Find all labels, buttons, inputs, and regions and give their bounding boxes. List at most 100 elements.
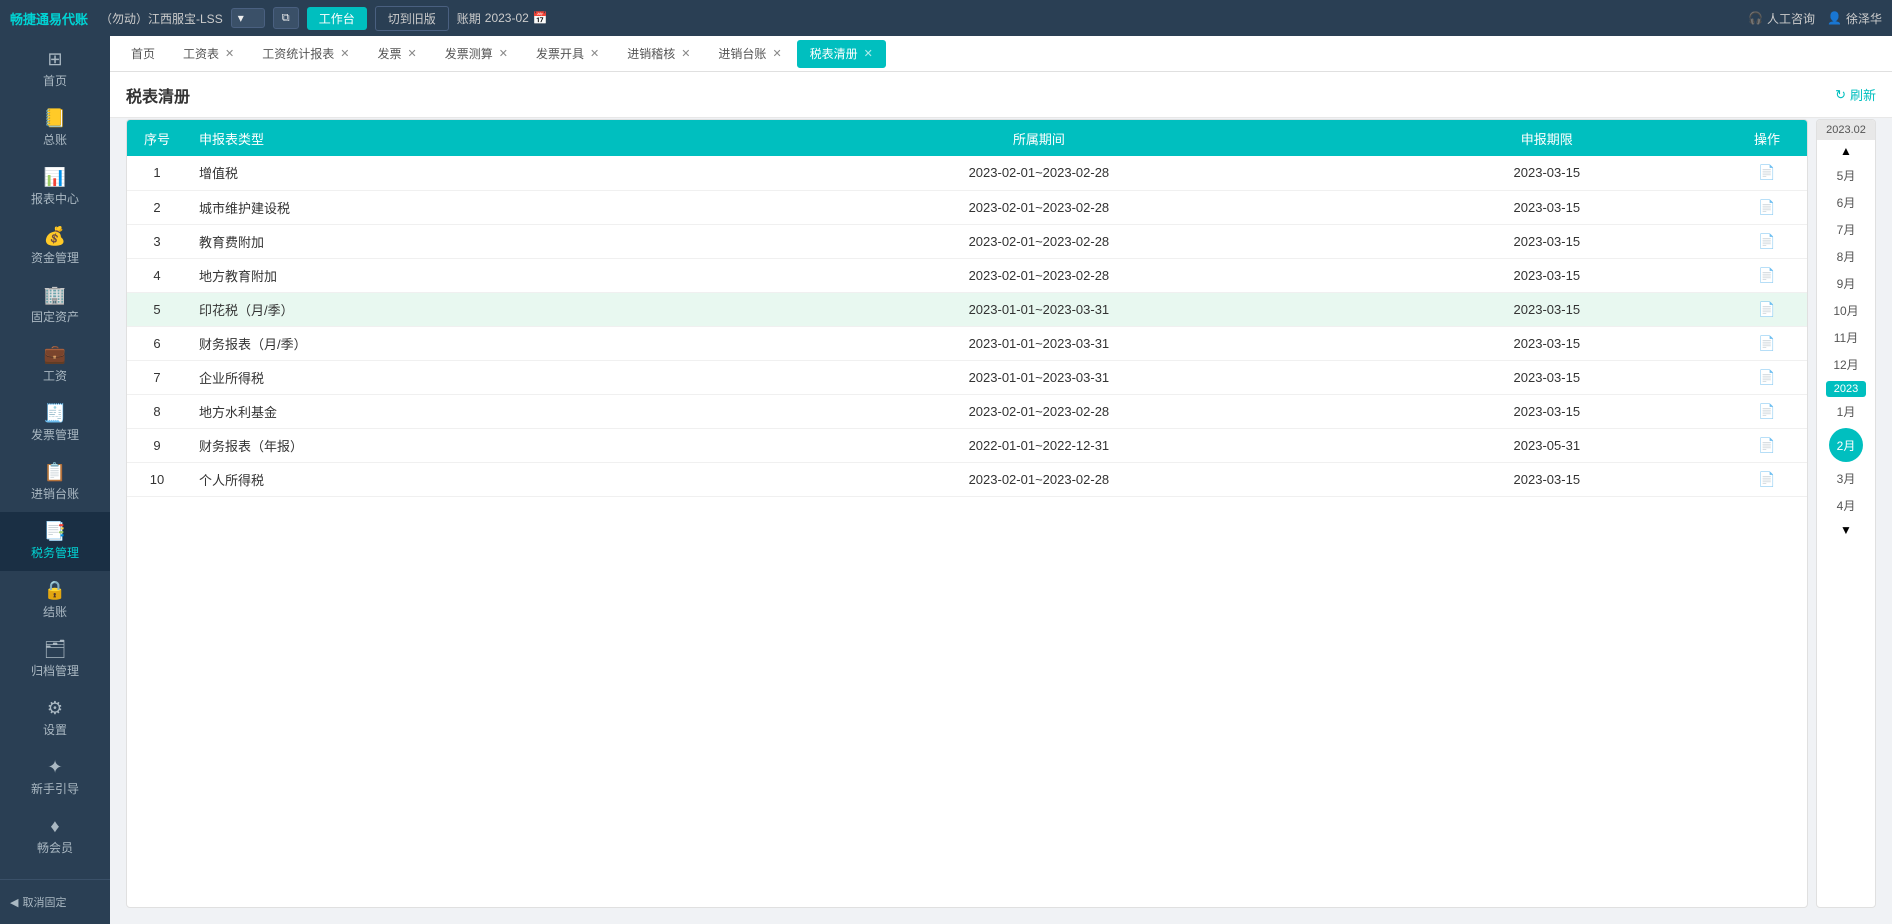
calendar-month-10[interactable]: 10月 [1817, 297, 1875, 324]
action-file-icon[interactable]: 📄 [1758, 403, 1775, 419]
cell-period-range: 2023-02-01~2023-02-28 [711, 462, 1366, 496]
cell-type: 财务报表（年报） [187, 428, 711, 462]
tab-home-label: 首页 [131, 45, 155, 62]
sidebar-item-reports[interactable]: 📊 报表中心 [0, 158, 110, 217]
tab-invoice-open[interactable]: 发票开具 ✕ [523, 40, 612, 68]
sidebar-item-home[interactable]: ⊞ 首页 [0, 40, 110, 99]
tab-purchase-ledger[interactable]: 进销台账 ✕ [705, 40, 794, 68]
tab-wages-stats-label: 工资统计报表 [262, 45, 334, 62]
cell-declare-deadline: 2023-03-15 [1367, 156, 1727, 190]
calendar-scroll-down[interactable]: ▼ [1817, 519, 1875, 541]
calendar-month-3[interactable]: 3月 [1817, 465, 1875, 492]
sidebar-item-vip[interactable]: ♦ 畅会员 [0, 807, 110, 866]
cell-period-range: 2023-01-01~2023-03-31 [711, 360, 1366, 394]
tab-tax-list-close[interactable]: ✕ [864, 47, 873, 60]
tab-invoice-close[interactable]: ✕ [408, 47, 417, 60]
calendar-month-4[interactable]: 4月 [1817, 492, 1875, 519]
calendar-month-6[interactable]: 6月 [1817, 189, 1875, 216]
cell-declare-deadline: 2023-03-15 [1367, 190, 1727, 224]
col-period-range: 所属期间 [711, 120, 1366, 156]
invoice-mgmt-icon: 🧾 [44, 404, 66, 422]
cell-action: 📄 [1727, 190, 1807, 224]
calendar-month-5[interactable]: 5月 [1817, 162, 1875, 189]
switch-old-button[interactable]: 切到旧版 [375, 6, 449, 31]
sidebar-item-wages[interactable]: 💼 工资 [0, 335, 110, 394]
action-file-icon[interactable]: 📄 [1758, 164, 1775, 180]
workbench-button[interactable]: 工作台 [307, 7, 367, 30]
ai-consult-button[interactable]: 🎧 人工咨询 [1748, 10, 1815, 27]
table-row: 10 个人所得税 2023-02-01~2023-02-28 2023-03-1… [127, 462, 1807, 496]
calendar-month-7[interactable]: 7月 [1817, 216, 1875, 243]
cell-action: 📄 [1727, 156, 1807, 190]
company-dropdown[interactable]: ▾ [231, 8, 265, 28]
sidebar-item-invoice-mgmt[interactable]: 🧾 发票管理 [0, 394, 110, 453]
tab-invoice-open-close[interactable]: ✕ [590, 47, 599, 60]
tab-wages-stats[interactable]: 工资统计报表 ✕ [249, 40, 362, 68]
action-file-icon[interactable]: 📄 [1758, 471, 1775, 487]
tab-invoice-calc[interactable]: 发票测算 ✕ [432, 40, 521, 68]
cell-action: 📄 [1727, 360, 1807, 394]
closing-icon: 🔒 [44, 581, 66, 599]
sidebar-item-funds[interactable]: 💰 资金管理 [0, 217, 110, 276]
tab-wages-table[interactable]: 工资表 ✕ [170, 40, 247, 68]
calendar-month-12[interactable]: 12月 [1817, 351, 1875, 378]
tab-purchase-verify-close[interactable]: ✕ [681, 47, 690, 60]
sidebar-item-ledger[interactable]: 📒 总账 [0, 99, 110, 158]
cell-seq: 1 [127, 156, 187, 190]
tab-purchase-verify[interactable]: 进销稽核 ✕ [614, 40, 703, 68]
pin-icon: ◀ [10, 896, 18, 909]
action-file-icon[interactable]: 📄 [1758, 233, 1775, 249]
calendar-month-2-active[interactable]: 2月 [1829, 428, 1863, 462]
sidebar-label-archive: 归档管理 [31, 662, 79, 679]
table-wrapper: 序号 申报表类型 所属期间 申报期限 操作 1 增值税 2023-02-01~2… [110, 119, 1892, 924]
tab-purchase-ledger-close[interactable]: ✕ [772, 47, 781, 60]
tab-tax-list[interactable]: 税表清册 ✕ [797, 40, 886, 68]
period-display: 账期 2023-02 📅 [457, 10, 548, 27]
table-row: 4 地方教育附加 2023-02-01~2023-02-28 2023-03-1… [127, 258, 1807, 292]
copy-icon[interactable]: ⧉ [273, 7, 299, 29]
sidebar-item-guide[interactable]: ✦ 新手引导 [0, 748, 110, 807]
tab-home[interactable]: 首页 [118, 40, 168, 68]
tab-invoice[interactable]: 发票 ✕ [364, 40, 429, 68]
calendar-scroll-up[interactable]: ▲ [1817, 140, 1875, 162]
period-value: 2023-02 [485, 11, 529, 25]
action-file-icon[interactable]: 📄 [1758, 301, 1775, 317]
cell-declare-deadline: 2023-03-15 [1367, 258, 1727, 292]
sidebar-item-tax-mgmt[interactable]: 📑 税务管理 [0, 512, 110, 571]
action-file-icon[interactable]: 📄 [1758, 335, 1775, 351]
sidebar-item-fixed-assets[interactable]: 🏢 固定资产 [0, 276, 110, 335]
sidebar-label-reports: 报表中心 [31, 190, 79, 207]
tab-bar: 首页 工资表 ✕ 工资统计报表 ✕ 发票 ✕ 发票测算 ✕ 发票开具 ✕ [110, 36, 1892, 72]
action-file-icon[interactable]: 📄 [1758, 437, 1775, 453]
refresh-button[interactable]: ↻ 刷新 [1835, 85, 1876, 104]
calendar-icon[interactable]: 📅 [533, 11, 548, 25]
cell-type: 城市维护建设税 [187, 190, 711, 224]
action-file-icon[interactable]: 📄 [1758, 199, 1775, 215]
sidebar-item-archive[interactable]: 🗂 归档管理 [0, 630, 110, 689]
tab-invoice-calc-close[interactable]: ✕ [499, 47, 508, 60]
tab-wages-table-close[interactable]: ✕ [225, 47, 234, 60]
cell-declare-deadline: 2023-03-15 [1367, 360, 1727, 394]
headset-icon: 🎧 [1748, 11, 1763, 25]
current-year-label: 2023 [1826, 381, 1866, 397]
tab-wages-stats-close[interactable]: ✕ [340, 47, 349, 60]
unpin-button[interactable]: ◀ 取消固定 [0, 888, 110, 916]
archive-icon: 🗂 [44, 640, 67, 658]
sidebar-item-purchase-sales[interactable]: 📋 进销台账 [0, 453, 110, 512]
calendar-month-1[interactable]: 1月 [1817, 398, 1875, 425]
action-file-icon[interactable]: 📄 [1758, 267, 1775, 283]
settings-icon: ⚙ [47, 699, 63, 717]
sidebar-label-purchase-sales: 进销台账 [31, 485, 79, 502]
tab-wages-table-label: 工资表 [183, 45, 219, 62]
action-file-icon[interactable]: 📄 [1758, 369, 1775, 385]
table-row: 6 财务报表（月/季） 2023-01-01~2023-03-31 2023-0… [127, 326, 1807, 360]
calendar-month-8[interactable]: 8月 [1817, 243, 1875, 270]
user-profile[interactable]: 👤 徐泽华 [1827, 10, 1882, 27]
calendar-month-11[interactable]: 11月 [1817, 324, 1875, 351]
calendar-month-9[interactable]: 9月 [1817, 270, 1875, 297]
content-area: 首页 工资表 ✕ 工资统计报表 ✕ 发票 ✕ 发票测算 ✕ 发票开具 ✕ [110, 36, 1892, 924]
purchase-sales-icon: 📋 [44, 463, 66, 481]
sidebar-item-settings[interactable]: ⚙ 设置 [0, 689, 110, 748]
table-row: 3 教育费附加 2023-02-01~2023-02-28 2023-03-15… [127, 224, 1807, 258]
sidebar-item-closing[interactable]: 🔒 结账 [0, 571, 110, 630]
